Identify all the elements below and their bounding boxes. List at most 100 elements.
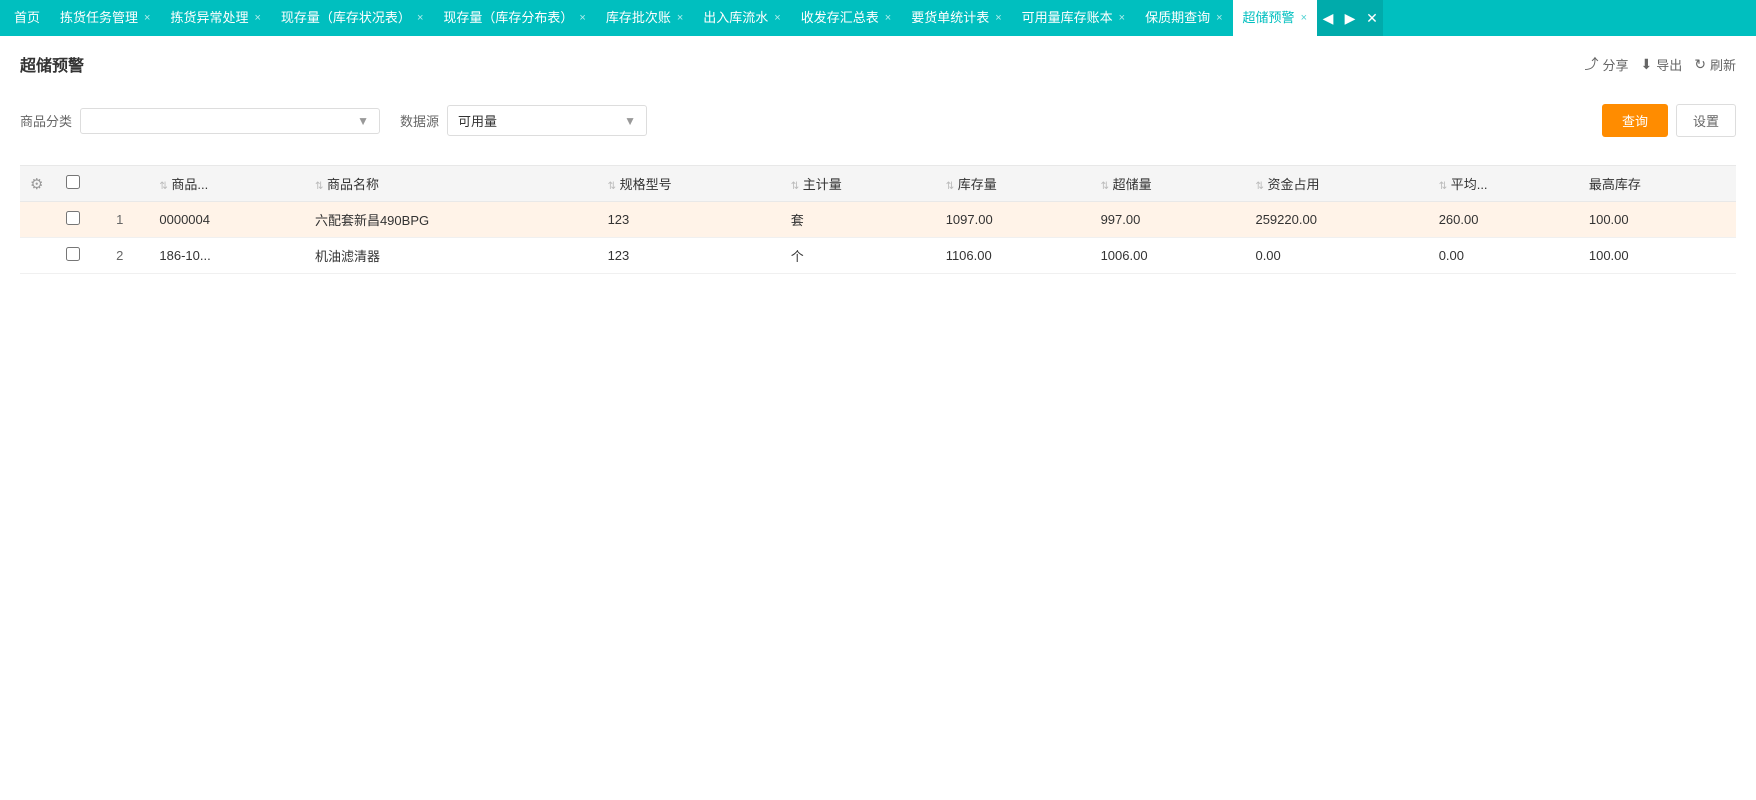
nav-item-available-stock[interactable]: 可用量库存账本 × — [1012, 0, 1135, 36]
chevron-down-icon: ▼ — [624, 114, 636, 128]
row-gear-cell — [20, 202, 56, 238]
row-overstock: 1006.00 — [1091, 238, 1246, 274]
nav-item-pick-task[interactable]: 拣货任务管理 × — [50, 0, 160, 36]
close-icon[interactable]: × — [677, 0, 683, 36]
capital-column-header[interactable]: ⇅ 资金占用 — [1245, 166, 1428, 202]
select-all-checkbox[interactable] — [66, 175, 80, 189]
nav-arrow-right[interactable]: ▶ — [1339, 0, 1361, 36]
row-checkbox[interactable] — [66, 247, 80, 261]
row-stock: 1097.00 — [936, 202, 1091, 238]
overstock-column-header[interactable]: ⇅ 超储量 — [1091, 166, 1246, 202]
row-unit: 套 — [781, 202, 936, 238]
sort-icon: ⇅ — [1101, 181, 1109, 192]
row-checkbox[interactable] — [66, 211, 80, 225]
category-select[interactable]: ▼ — [80, 108, 380, 134]
refresh-button[interactable]: ↻ 刷新 — [1694, 55, 1736, 74]
row-spec: 123 — [598, 202, 781, 238]
sort-icon: ⇅ — [946, 181, 954, 192]
sort-icon: ⇅ — [1255, 181, 1263, 192]
export-icon: ⬇ — [1641, 56, 1653, 73]
refresh-icon: ↻ — [1694, 56, 1706, 73]
nav-item-home[interactable]: 首页 — [4, 0, 50, 36]
row-number: 1 — [90, 202, 149, 238]
checkbox-column-header — [56, 166, 90, 202]
stock-column-header[interactable]: ⇅ 库存量 — [936, 166, 1091, 202]
close-icon[interactable]: × — [995, 0, 1001, 36]
filter-area: 商品分类 ▼ 数据源 可用量 ▼ 查询 设置 — [20, 92, 1736, 149]
close-icon[interactable]: × — [1119, 0, 1125, 36]
sort-icon: ⇅ — [791, 181, 799, 192]
nav-arrow-left[interactable]: ◀ — [1317, 0, 1339, 36]
datasource-select[interactable]: 可用量 ▼ — [447, 105, 647, 136]
share-icon: ⤴ — [1584, 54, 1598, 74]
row-capital: 0.00 — [1245, 238, 1428, 274]
filter-buttons: 查询 设置 — [1602, 104, 1736, 137]
page-title: 超储预警 — [20, 52, 84, 76]
table-body: 1 0000004 六配套新昌490BPG 123 套 1097.00 997.… — [20, 202, 1736, 274]
close-icon[interactable]: × — [579, 0, 585, 36]
product-name-column-header[interactable]: ⇅ 商品名称 — [305, 166, 598, 202]
row-number: 2 — [90, 238, 149, 274]
nav-item-stock-dist[interactable]: 现存量（库存分布表） × — [433, 0, 595, 36]
chevron-down-icon: ▼ — [357, 114, 369, 128]
export-button[interactable]: ⬇ 导出 — [1641, 55, 1683, 74]
page-container: 超储预警 ⤴ 分享 ⬇ 导出 ↻ 刷新 商品分类 ▼ 数据源 — [0, 36, 1756, 800]
nav-item-stock-status[interactable]: 现存量（库存状况表） × — [271, 0, 433, 36]
row-stock: 1106.00 — [936, 238, 1091, 274]
table-header-row: ⚙ ⇅ 商品... ⇅ 商品名称 ⇅ 规格型号 — [20, 166, 1736, 202]
category-filter-group: 商品分类 ▼ — [20, 108, 380, 134]
top-navigation: 首页 拣货任务管理 × 拣货异常处理 × 现存量（库存状况表） × 现存量（库存… — [0, 0, 1756, 36]
settings-button[interactable]: 设置 — [1676, 104, 1736, 137]
gear-icon[interactable]: ⚙ — [30, 176, 43, 193]
row-checkbox-cell — [56, 238, 90, 274]
close-icon[interactable]: × — [144, 0, 150, 36]
row-capital: 259220.00 — [1245, 202, 1428, 238]
row-product-name: 机油滤清器 — [305, 238, 598, 274]
sort-icon: ⇅ — [315, 181, 323, 192]
row-max-stock: 100.00 — [1579, 202, 1736, 238]
row-gear-cell — [20, 238, 56, 274]
avg-column-header[interactable]: ⇅ 平均... — [1429, 166, 1579, 202]
page-header: 超储预警 ⤴ 分享 ⬇ 导出 ↻ 刷新 — [20, 52, 1736, 76]
header-actions: ⤴ 分享 ⬇ 导出 ↻ 刷新 — [1584, 54, 1736, 74]
rownum-column-header — [90, 166, 149, 202]
sort-icon: ⇅ — [1439, 181, 1447, 192]
unit-column-header[interactable]: ⇅ 主计量 — [781, 166, 936, 202]
datasource-value: 可用量 — [458, 111, 497, 130]
row-checkbox-cell — [56, 202, 90, 238]
product-code-column-header[interactable]: ⇅ 商品... — [149, 166, 305, 202]
row-product-code: 186-10... — [149, 238, 305, 274]
gear-column-header: ⚙ — [20, 166, 56, 202]
nav-item-overstock[interactable]: 超储预警 × — [1233, 0, 1317, 36]
row-spec: 123 — [598, 238, 781, 274]
close-icon[interactable]: × — [774, 0, 780, 36]
nav-item-pick-exception[interactable]: 拣货异常处理 × — [160, 0, 270, 36]
max-stock-column-header: 最高库存 — [1579, 166, 1736, 202]
nav-item-expiry[interactable]: 保质期查询 × — [1135, 0, 1232, 36]
row-product-code: 0000004 — [149, 202, 305, 238]
category-label: 商品分类 — [20, 111, 72, 130]
nav-item-order-stats[interactable]: 要货单统计表 × — [901, 0, 1011, 36]
close-icon[interactable]: × — [1301, 0, 1307, 36]
row-product-name: 六配套新昌490BPG — [305, 202, 598, 238]
nav-item-summary[interactable]: 收发存汇总表 × — [791, 0, 901, 36]
close-icon[interactable]: × — [885, 0, 891, 36]
close-icon[interactable]: × — [254, 0, 260, 36]
table-row: 1 0000004 六配套新昌490BPG 123 套 1097.00 997.… — [20, 202, 1736, 238]
sort-icon: ⇅ — [159, 181, 167, 192]
close-icon[interactable]: × — [1216, 0, 1222, 36]
row-unit: 个 — [781, 238, 936, 274]
query-button[interactable]: 查询 — [1602, 104, 1668, 137]
datasource-label: 数据源 — [400, 111, 439, 130]
nav-item-inout-flow[interactable]: 出入库流水 × — [693, 0, 790, 36]
nav-item-batch-account[interactable]: 库存批次账 × — [596, 0, 693, 36]
sort-icon: ⇅ — [608, 181, 616, 192]
close-icon[interactable]: × — [417, 0, 423, 36]
spec-column-header[interactable]: ⇅ 规格型号 — [598, 166, 781, 202]
row-overstock: 997.00 — [1091, 202, 1246, 238]
row-avg: 260.00 — [1429, 202, 1579, 238]
nav-arrow-close[interactable]: ✕ — [1361, 0, 1383, 36]
row-avg: 0.00 — [1429, 238, 1579, 274]
share-button[interactable]: ⤴ 分享 — [1584, 54, 1628, 74]
datasource-filter-group: 数据源 可用量 ▼ — [400, 105, 647, 136]
